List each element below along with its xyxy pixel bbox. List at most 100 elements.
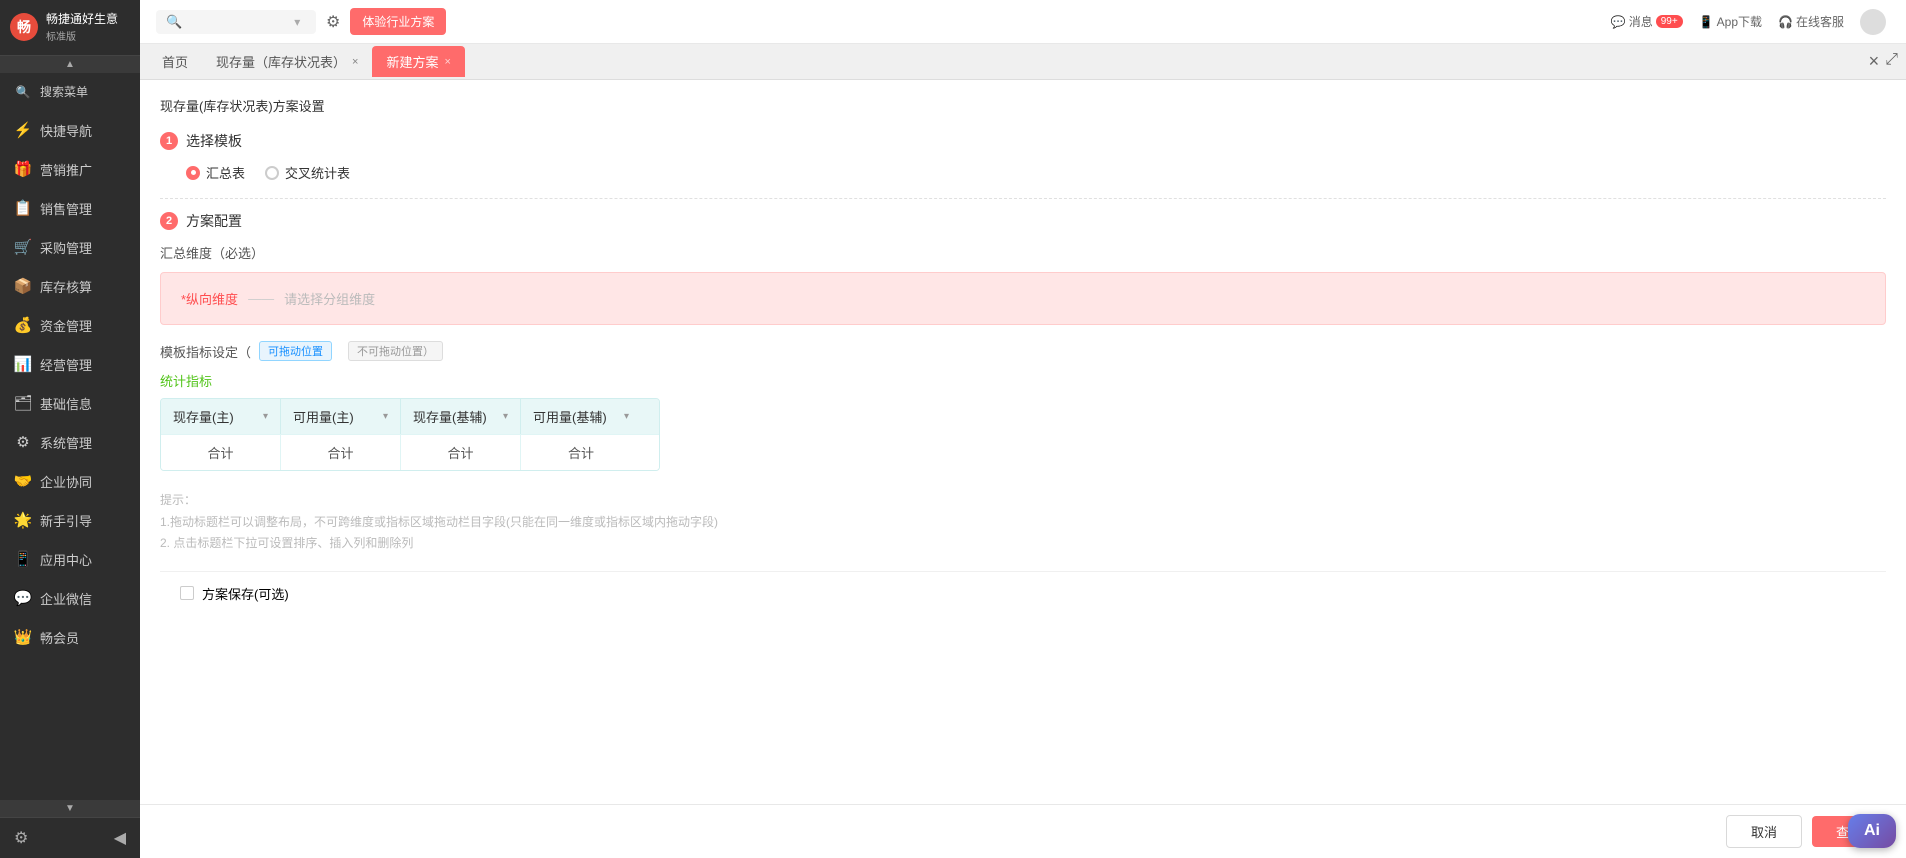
sidebar-collapse-icon[interactable]: ◀ [114, 828, 126, 848]
close-all-tabs-icon[interactable]: × [1869, 51, 1880, 72]
sidebar-bottom: ⚙ ◀ [0, 817, 140, 858]
page-content: 现存量(库存状况表)方案设置 1 选择模板 汇总表 交叉统计表 [140, 80, 1906, 804]
app-version: 标准版 [46, 28, 118, 43]
save-label: 方案保存(可选) [202, 584, 289, 603]
service-label: 在线客服 [1796, 13, 1844, 30]
topbar-search-area[interactable]: 🔍 ▾ [156, 10, 316, 34]
stat-col-3[interactable]: 可用量(基辅) ▾ [521, 399, 641, 434]
sales-label: 销售管理 [40, 199, 92, 218]
tip-1: 1.拖动标题栏可以调整布局，不可跨维度或指标区域拖动栏目字段(只能在同一维度或指… [160, 512, 1886, 534]
section2-title: 方案配置 [186, 211, 242, 231]
sidebar-item-basic[interactable]: 🗂 基础信息 [0, 384, 140, 423]
radio-cross-table[interactable]: 交叉统计表 [265, 163, 350, 182]
stat-col-0-dropdown-icon[interactable]: ▾ [263, 411, 268, 422]
sidebar-item-system[interactable]: ⚙ 系统管理 [0, 423, 140, 462]
sidebar-search[interactable]: 🔍 搜索菜单 [0, 73, 140, 111]
sidebar-item-marketing[interactable]: 🎁 营销推广 [0, 150, 140, 189]
tab-bar: 首页 现存量（库存状况表） × 新建方案 × × ⤢ [140, 44, 1906, 80]
section1-title: 选择模板 [186, 131, 242, 151]
indicator-settings-label: 模板指标设定（ 可拖动位置 不可拖动位置） [160, 341, 1886, 361]
save-checkbox[interactable] [180, 586, 194, 600]
topbar-right: 💬 消息 99+ 📱 App下载 🎧 在线客服 [1611, 9, 1890, 35]
tab-home[interactable]: 首页 [148, 46, 202, 77]
vertical-dim-placeholder[interactable]: 请选择分组维度 [284, 289, 375, 308]
stat-col-2-dropdown-icon[interactable]: ▾ [503, 411, 508, 422]
sidebar-item-business[interactable]: 📊 经营管理 [0, 345, 140, 384]
tab-new-plan[interactable]: 新建方案 × [372, 46, 464, 77]
topbar-search-input[interactable] [188, 15, 288, 29]
radio-summary-circle [186, 166, 200, 180]
topbar-gear-icon[interactable]: ⚙ [326, 12, 340, 32]
purchase-label: 采购管理 [40, 238, 92, 257]
app-center-icon: 📱 [14, 550, 32, 568]
inventory-status-tab-close-icon[interactable]: × [352, 56, 358, 68]
marketing-icon: 🎁 [14, 160, 32, 178]
finance-icon: 💰 [14, 316, 32, 334]
corp-wechat-label: 企业微信 [40, 589, 92, 608]
section2-header: 2 方案配置 [160, 211, 1886, 231]
stat-cell-2: 合计 [401, 435, 521, 470]
newbie-icon: 🌟 [14, 511, 32, 529]
industry-btn[interactable]: 体验行业方案 [350, 8, 446, 35]
inventory-label: 库存核算 [40, 277, 92, 296]
member-icon: 👑 [14, 628, 32, 646]
message-label: 消息 [1629, 13, 1653, 30]
app-download-label: App下载 [1717, 13, 1762, 30]
sidebar-scroll-up[interactable]: ▲ [0, 56, 140, 73]
stat-col-1-dropdown-icon[interactable]: ▾ [383, 411, 388, 422]
service-icon: 🎧 [1778, 15, 1793, 29]
topbar-message[interactable]: 💬 消息 99+ [1611, 13, 1683, 30]
stat-table-row: 合计 合计 合计 合计 [161, 434, 659, 470]
sidebar-nav: ⚡ 快捷导航 🎁 营销推广 📋 销售管理 🛒 采购管理 📦 库存核算 💰 资金管… [0, 111, 140, 800]
stat-col-3-dropdown-icon[interactable]: ▾ [624, 411, 629, 422]
radio-summary-table[interactable]: 汇总表 [186, 163, 245, 182]
ai-floating-button[interactable]: Ai [1848, 814, 1896, 848]
sidebar-item-purchase[interactable]: 🛒 采购管理 [0, 228, 140, 267]
topbar-app-download[interactable]: 📱 App下载 [1699, 13, 1762, 30]
sidebar-settings-icon[interactable]: ⚙ [14, 828, 28, 848]
sidebar-search-label: 搜索菜单 [40, 83, 88, 100]
tab-inventory-status[interactable]: 现存量（库存状况表） × [202, 46, 372, 77]
tip-title: 提示： [160, 493, 196, 507]
sidebar-item-finance[interactable]: 💰 资金管理 [0, 306, 140, 345]
radio-summary-label: 汇总表 [206, 163, 245, 182]
sidebar-item-newbie[interactable]: 🌟 新手引导 [0, 501, 140, 540]
topbar-search-dropdown-icon[interactable]: ▾ [294, 15, 300, 29]
tips-area: 提示： 1.拖动标题栏可以调整布局，不可跨维度或指标区域拖动栏目字段(只能在同一… [160, 490, 1886, 555]
stat-col-0[interactable]: 现存量(主) ▾ [161, 399, 281, 434]
sidebar-item-app-center[interactable]: 📱 应用中心 [0, 540, 140, 579]
topbar-user[interactable] [1860, 9, 1890, 35]
stat-cell-0: 合计 [161, 435, 281, 470]
stat-col-1[interactable]: 可用量(主) ▾ [281, 399, 401, 434]
sidebar-item-quick-nav[interactable]: ⚡ 快捷导航 [0, 111, 140, 150]
sidebar: 畅 畅捷通好生意 标准版 ▲ 🔍 搜索菜单 ⚡ 快捷导航 🎁 营销推广 📋 销售… [0, 0, 140, 858]
tip-2: 2. 点击标题栏下拉可设置排序、插入列和删除列 [160, 533, 1886, 555]
sidebar-item-sales[interactable]: 📋 销售管理 [0, 189, 140, 228]
corp-icon: 🤝 [14, 472, 32, 490]
dimension-area: *纵向维度 —— 请选择分组维度 [160, 272, 1886, 325]
newbie-label: 新手引导 [40, 511, 92, 530]
stat-col-2[interactable]: 现存量(基辅) ▾ [401, 399, 521, 434]
new-plan-tab-close-icon[interactable]: × [444, 56, 450, 68]
expand-icon[interactable]: ⤢ [1885, 51, 1898, 72]
cancel-button[interactable]: 取消 [1726, 815, 1802, 848]
stat-col-3-label: 可用量(基辅) [533, 407, 607, 426]
section-choose-template: 1 选择模板 汇总表 交叉统计表 [160, 131, 1886, 182]
basic-icon: 🗂 [14, 394, 32, 412]
sidebar-item-corp[interactable]: 🤝 企业协同 [0, 462, 140, 501]
sidebar-item-inventory[interactable]: 📦 库存核算 [0, 267, 140, 306]
stat-section-title: 统计指标 [160, 371, 1886, 390]
finance-label: 资金管理 [40, 316, 92, 335]
system-icon: ⚙ [14, 433, 32, 451]
app-name: 畅捷通好生意 [46, 12, 118, 28]
stat-col-2-label: 现存量(基辅) [413, 407, 487, 426]
topbar-online-service[interactable]: 🎧 在线客服 [1778, 13, 1844, 30]
sidebar-item-corp-wechat[interactable]: 💬 企业微信 [0, 579, 140, 618]
section1-num: 1 [160, 132, 178, 150]
search-icon: 🔍 [14, 83, 32, 101]
sidebar-item-member[interactable]: 👑 畅会员 [0, 618, 140, 657]
sidebar-scroll-down[interactable]: ▼ [0, 800, 140, 817]
page-title: 现存量(库存状况表)方案设置 [160, 96, 1886, 115]
section2-num: 2 [160, 212, 178, 230]
vertical-dim-dash: —— [248, 291, 274, 306]
